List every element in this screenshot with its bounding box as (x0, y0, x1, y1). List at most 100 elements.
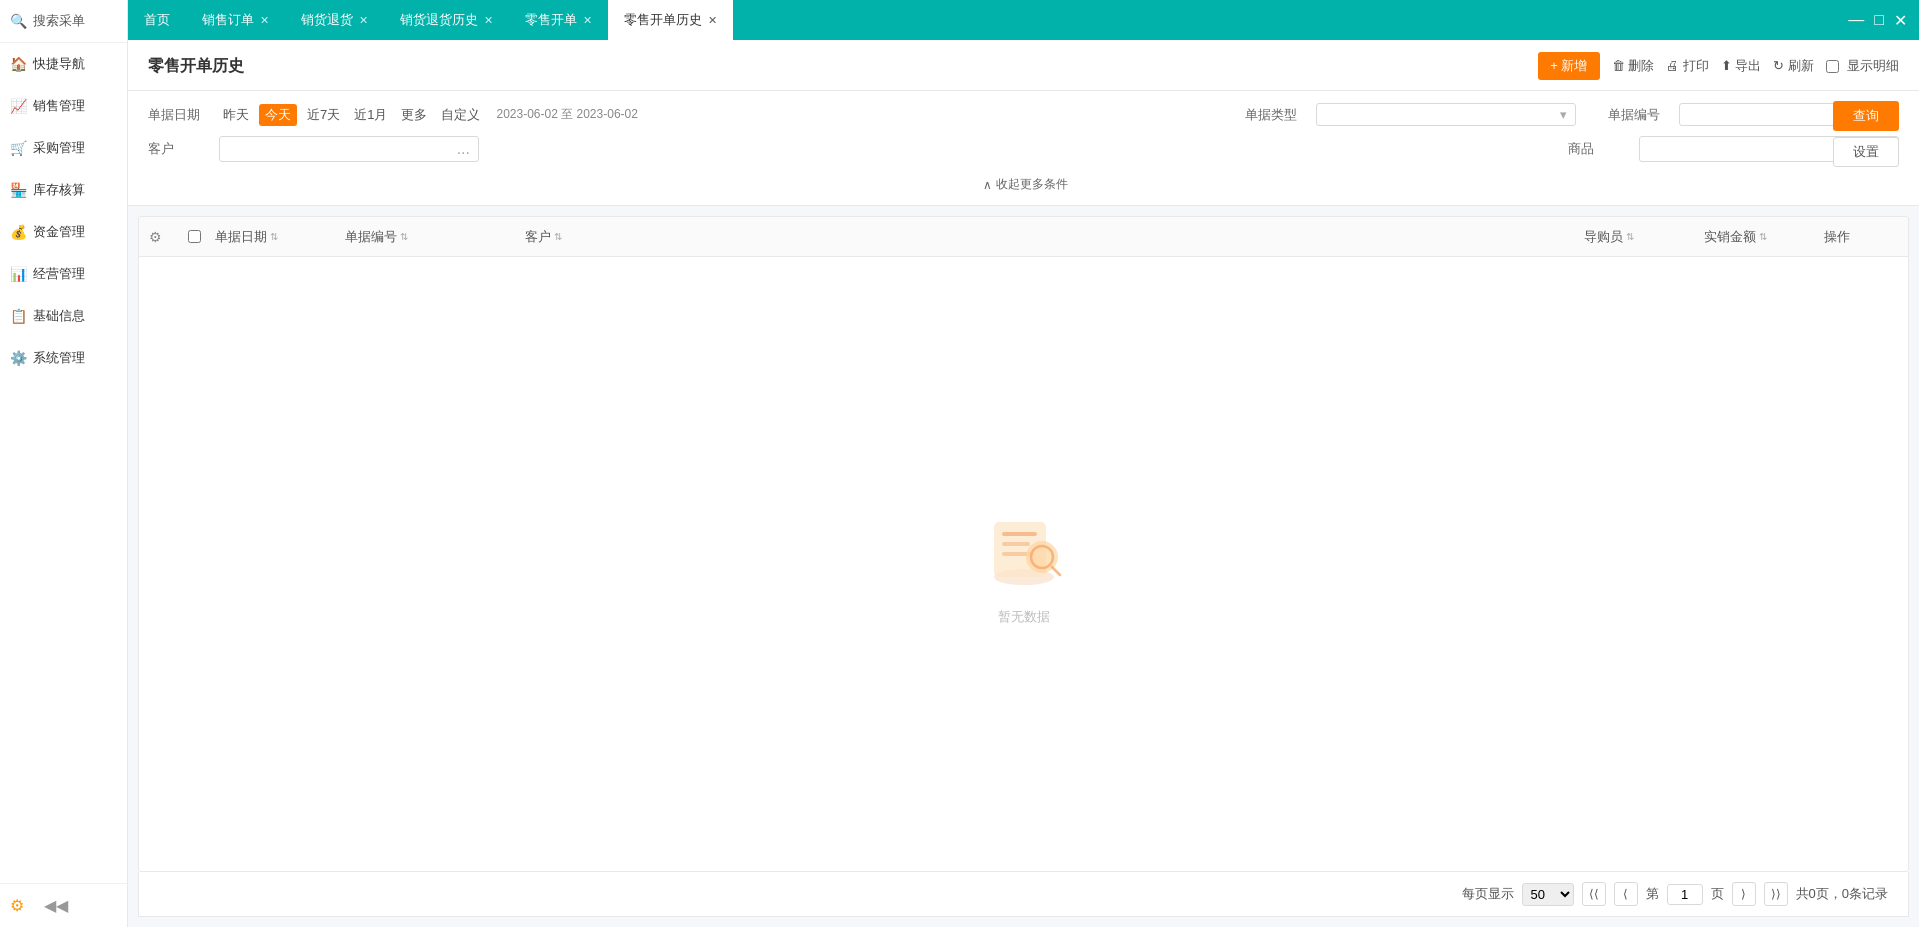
col-salesperson-sort-icon: ⇅ (1626, 231, 1634, 242)
display-detail-button[interactable]: 显示明细 (1826, 57, 1899, 75)
search-icon: 🔍 (10, 13, 27, 29)
tab-bar: 首页 销售订单 ✕ 销货退货 ✕ 销货退货历史 ✕ 零售开单 ✕ 零售开单历史 … (128, 0, 1919, 40)
tab-retail-open-history-label: 零售开单历史 (624, 11, 702, 29)
tab-retail-open-history-close[interactable]: ✕ (708, 14, 717, 27)
export-button[interactable]: ⬆ 导出 (1721, 57, 1762, 75)
content-area: 零售开单历史 + 新增 🗑 删除 🖨 打印 ⬆ 导出 ↻ 刷新 显示明细 单据日… (128, 40, 1919, 927)
filter-area: 单据日期 昨天 今天 近7天 近1月 更多 自定义 2023-06-02 至 2… (128, 91, 1919, 206)
num-filter-label: 单据编号 (1608, 106, 1663, 124)
collapse-filter-row[interactable]: ∧ 收起更多条件 (148, 172, 1899, 193)
goods-filter-label: 商品 (1568, 140, 1623, 158)
page-label: 第 (1646, 885, 1659, 903)
sidebar-item-purchase-mgmt[interactable]: 🛒 采购管理 (0, 127, 127, 169)
col-salesperson-label: 导购员 (1584, 228, 1623, 246)
tab-retail-open-label: 零售开单 (525, 11, 577, 29)
sidebar-item-inventory[interactable]: 🏪 库存核算 (0, 169, 127, 211)
collapse-filter-label: 收起更多条件 (996, 176, 1068, 193)
customer-filter-dots[interactable]: ... (457, 140, 470, 158)
sidebar-item-basic-info[interactable]: 📋 基础信息 (0, 295, 127, 337)
sidebar-search[interactable]: 🔍 搜索采单 (0, 0, 127, 43)
date-range-display: 2023-06-02 至 2023-06-02 (496, 106, 637, 123)
collapse-sidebar-icon[interactable]: ◀◀ (44, 896, 68, 915)
per-page-select[interactable]: 10 20 50 100 (1522, 883, 1574, 906)
select-all-checkbox[interactable] (188, 230, 201, 243)
filter-settings-button[interactable]: 设置 (1833, 137, 1899, 167)
date-filter-label: 单据日期 (148, 106, 203, 124)
date-btn-1month[interactable]: 近1月 (350, 104, 391, 126)
refresh-button[interactable]: ↻ 刷新 (1773, 57, 1814, 75)
query-button[interactable]: 查询 (1833, 101, 1899, 131)
col-header-ops: 操作 (1818, 228, 1898, 246)
customer-filter-input[interactable] (228, 142, 457, 157)
type-chevron-icon: ▾ (1560, 107, 1567, 122)
sidebar-search-label: 搜索采单 (33, 12, 85, 30)
col-customer-label: 客户 (525, 228, 551, 246)
sidebar-item-system[interactable]: ⚙️ 系统管理 (0, 337, 127, 379)
col-header-customer[interactable]: 客户 ⇅ (519, 228, 1578, 246)
tab-sales-return-label: 销货退货 (301, 11, 353, 29)
col-header-date[interactable]: 单据日期 ⇅ (209, 228, 339, 246)
next-page-button[interactable]: ⟩ (1732, 882, 1756, 906)
per-page-label: 每页显示 (1462, 885, 1514, 903)
date-btn-today[interactable]: 今天 (259, 104, 297, 126)
sidebar-item-sales-mgmt[interactable]: 📈 销售管理 (0, 85, 127, 127)
last-page-button[interactable]: ⟩⟩ (1764, 882, 1788, 906)
finance-icon: 💰 (10, 224, 27, 240)
purchase-icon: 🛒 (10, 140, 27, 156)
tab-sales-order-label: 销售订单 (202, 11, 254, 29)
display-detail-checkbox[interactable] (1826, 60, 1839, 73)
filter-action-group: 查询设置 (1833, 101, 1899, 167)
prev-page-button[interactable]: ⟨ (1614, 882, 1638, 906)
date-btn-more[interactable]: 更多 (397, 104, 431, 126)
page-suffix: 页 (1711, 885, 1724, 903)
sidebar-item-operations[interactable]: 📊 经营管理 (0, 253, 127, 295)
col-date-sort-icon: ⇅ (270, 231, 278, 242)
date-btn-custom[interactable]: 自定义 (437, 104, 484, 126)
col-customer-sort-icon: ⇅ (554, 231, 562, 242)
operations-icon: 📊 (10, 266, 27, 282)
type-filter-select[interactable]: ▾ (1316, 103, 1576, 126)
print-button[interactable]: 🖨 打印 (1666, 57, 1709, 75)
col-header-num[interactable]: 单据编号 ⇅ (339, 228, 519, 246)
add-button[interactable]: + 新增 (1538, 52, 1599, 80)
sidebar-item-quick-nav[interactable]: 🏠 快捷导航 (0, 43, 127, 85)
col-header-salesperson[interactable]: 导购员 ⇅ (1578, 228, 1698, 246)
basic-info-icon: 📋 (10, 308, 27, 324)
col-num-sort-icon: ⇅ (400, 231, 408, 242)
chevron-up-icon: ∧ (983, 178, 992, 192)
tab-sales-order-close[interactable]: ✕ (260, 14, 269, 27)
table-header: ⚙ 单据日期 ⇅ 单据编号 ⇅ 客户 ⇅ 导购员 ⇅ (139, 217, 1908, 257)
tab-home[interactable]: 首页 (128, 0, 186, 40)
home-icon: 🏠 (10, 56, 27, 72)
col-ops-label: 操作 (1824, 228, 1850, 246)
page-input[interactable] (1667, 884, 1703, 905)
settings-icon[interactable]: ⚙ (10, 896, 24, 915)
tab-sales-order[interactable]: 销售订单 ✕ (186, 0, 285, 40)
first-page-button[interactable]: ⟨⟨ (1582, 882, 1606, 906)
tab-sales-return[interactable]: 销货退货 ✕ (285, 0, 384, 40)
sidebar-item-finance[interactable]: 💰 资金管理 (0, 211, 127, 253)
date-btn-yesterday[interactable]: 昨天 (219, 104, 253, 126)
delete-button[interactable]: 🗑 删除 (1612, 57, 1655, 75)
customer-filter-label: 客户 (148, 140, 203, 158)
svg-rect-2 (1002, 532, 1037, 536)
tab-retail-open[interactable]: 零售开单 ✕ (509, 0, 608, 40)
tab-sales-return-history-close[interactable]: ✕ (484, 14, 493, 27)
date-btn-7days[interactable]: 近7天 (303, 104, 344, 126)
tab-retail-open-close[interactable]: ✕ (583, 14, 592, 27)
tab-sales-return-close[interactable]: ✕ (359, 14, 368, 27)
sidebar-item-label: 采购管理 (33, 139, 85, 157)
close-button[interactable]: ✕ (1894, 11, 1907, 30)
date-filter-buttons: 昨天 今天 近7天 近1月 更多 自定义 2023-06-02 至 2023-0… (219, 104, 638, 126)
tab-retail-open-history[interactable]: 零售开单历史 ✕ (608, 0, 733, 40)
table-settings-icon[interactable]: ⚙ (149, 229, 179, 245)
tab-sales-return-history[interactable]: 销货退货历史 ✕ (384, 0, 509, 40)
main-area: 首页 销售订单 ✕ 销货退货 ✕ 销货退货历史 ✕ 零售开单 ✕ 零售开单历史 … (128, 0, 1919, 927)
minimize-button[interactable]: — (1848, 11, 1864, 29)
filter-row-1: 单据日期 昨天 今天 近7天 近1月 更多 自定义 2023-06-02 至 2… (148, 103, 1899, 126)
pagination: 每页显示 10 20 50 100 ⟨⟨ ⟨ 第 页 ⟩ ⟩⟩ 共0页，0条记录 (138, 872, 1909, 917)
col-header-amount[interactable]: 实销金额 ⇅ (1698, 228, 1818, 246)
maximize-button[interactable]: □ (1874, 11, 1884, 29)
sidebar: 🔍 搜索采单 🏠 快捷导航 📈 销售管理 🛒 采购管理 🏪 库存核算 💰 资金管… (0, 0, 128, 927)
table-select-all[interactable] (179, 230, 209, 243)
